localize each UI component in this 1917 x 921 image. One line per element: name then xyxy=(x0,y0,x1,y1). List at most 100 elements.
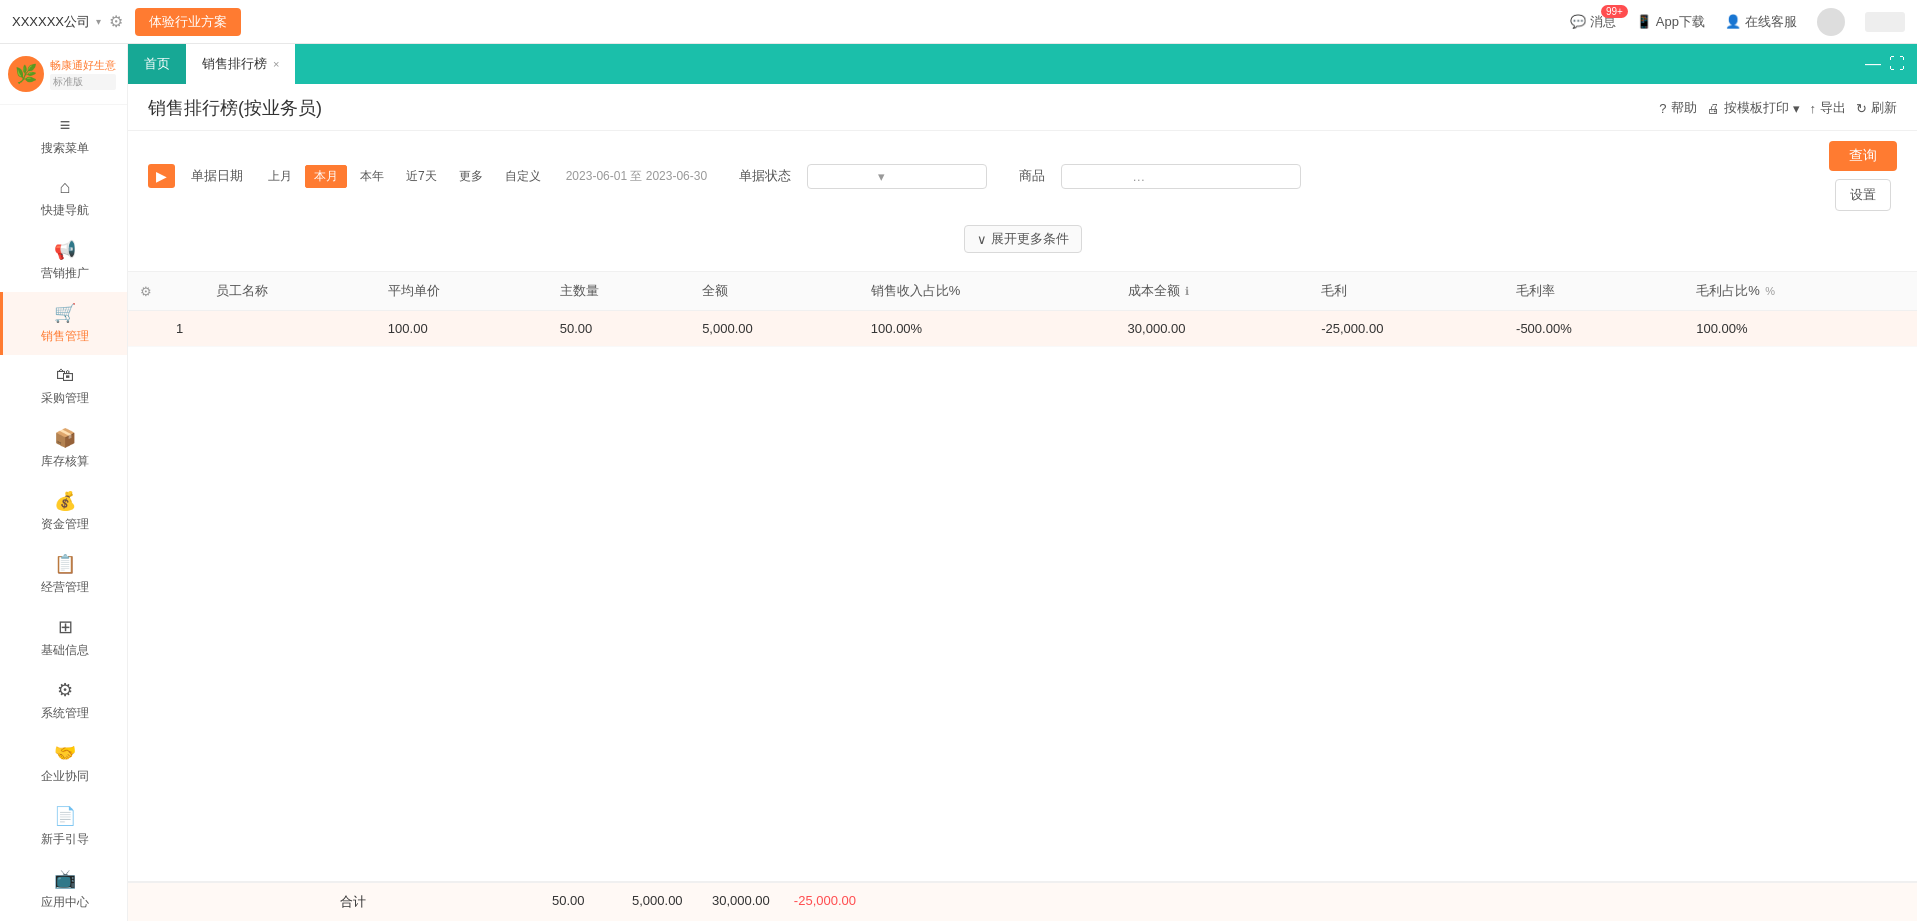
tab-minimize-icon[interactable]: — xyxy=(1865,55,1881,73)
expand-conditions-button[interactable]: ∨ 展开更多条件 xyxy=(964,225,1082,253)
th-gross: 毛利 xyxy=(1309,272,1504,311)
top-right-area: 💬 消息 99+ 📱 App下载 👤 在线客服 xyxy=(1570,8,1905,36)
th-settings[interactable]: ⚙ xyxy=(128,272,164,311)
data-table: ⚙ 员工名称 平均单价 主数量 全额 销售收入占比% 成本全额 ℹ 毛利 毛利率… xyxy=(128,272,1917,347)
date-tab-prev-month[interactable]: 上月 xyxy=(259,165,301,188)
date-tab-more[interactable]: 更多 xyxy=(450,165,492,188)
sidebar-item-guide[interactable]: 📄 新手引导 xyxy=(0,795,127,858)
refresh-button[interactable]: ↻ 刷新 xyxy=(1856,99,1897,117)
logo-badge: 标准版 xyxy=(50,74,116,90)
cell-gross-pct: 100.00% xyxy=(1684,311,1917,347)
sidebar-label-inventory: 库存核算 xyxy=(41,453,89,470)
tab-expand-icon[interactable]: ⛶ xyxy=(1889,55,1905,73)
sidebar-item-marketing[interactable]: 📢 营销推广 xyxy=(0,229,127,292)
sidebar-label-search: 搜索菜单 xyxy=(41,140,89,157)
filter-collapse-btn[interactable]: ▶ xyxy=(148,164,175,188)
date-tab-7days[interactable]: 近7天 xyxy=(397,165,446,188)
sidebar-item-purchase[interactable]: 🛍 采购管理 xyxy=(0,355,127,417)
user-name-display xyxy=(1865,12,1905,32)
refresh-icon: ↻ xyxy=(1856,101,1867,116)
filter-area: ▶ 单据日期 上月 本月 本年 近7天 更多 自定义 2023-06-01 至 … xyxy=(128,131,1917,272)
sidebar-item-basics[interactable]: ⊞ 基础信息 xyxy=(0,606,127,669)
filter-right: 查询 设置 xyxy=(1829,141,1897,211)
sidebar-item-inventory[interactable]: 📦 库存核算 xyxy=(0,417,127,480)
app-download-icon: 📱 xyxy=(1636,14,1652,29)
tab-home[interactable]: 首页 xyxy=(128,44,186,84)
date-tab-current-month[interactable]: 本月 xyxy=(305,165,347,188)
sidebar-item-finance[interactable]: 💰 资金管理 xyxy=(0,480,127,543)
template-print-button[interactable]: 🖨 按模板打印 ▾ xyxy=(1707,99,1800,117)
guide-icon: 📄 xyxy=(54,805,76,827)
table-footer: 合计 50.00 5,000.00 30,000.00 -25,000.00 xyxy=(128,881,1917,921)
company-selector[interactable]: XXXXXX公司 ▾ xyxy=(12,13,101,31)
app-download-label: App下载 xyxy=(1656,13,1705,31)
operations-icon: 📋 xyxy=(54,553,76,575)
th-name: 员工名称 xyxy=(204,272,376,311)
sidebar: 🌿 畅康通好生意 标准版 ≡ 搜索菜单 ⌂ 快捷导航 📢 营销推广 🛒 销售管理… xyxy=(0,44,128,921)
date-tab-custom[interactable]: 自定义 xyxy=(496,165,550,188)
date-range-display: 2023-06-01 至 2023-06-30 xyxy=(566,168,707,185)
tab-bar: 首页 销售排行榜 × — ⛶ xyxy=(128,44,1917,84)
table-header-row: ⚙ 员工名称 平均单价 主数量 全额 销售收入占比% 成本全额 ℹ 毛利 毛利率… xyxy=(128,272,1917,311)
logo-text: 畅康通好生意 xyxy=(50,58,116,73)
sidebar-label-system: 系统管理 xyxy=(41,705,89,722)
tab-home-label: 首页 xyxy=(144,55,170,73)
content-area: 首页 销售排行榜 × — ⛶ 销售排行榜(按业务员) ? 帮助 xyxy=(128,44,1917,921)
sidebar-label-guide: 新手引导 xyxy=(41,831,89,848)
sidebar-item-sales[interactable]: 🛒 销售管理 xyxy=(0,292,127,355)
sales-icon: 🛒 xyxy=(54,302,76,324)
th-gross-pct: 毛利占比% % xyxy=(1684,272,1917,311)
sidebar-item-search[interactable]: ≡ 搜索菜单 xyxy=(0,105,127,167)
company-name: XXXXXX公司 xyxy=(12,13,90,31)
expand-chevron-icon: ∨ xyxy=(977,232,987,247)
apps-icon: 📺 xyxy=(54,868,76,890)
tab-sales-ranking[interactable]: 销售排行榜 × xyxy=(186,44,295,84)
status-select[interactable]: ▾ xyxy=(807,164,987,189)
logo-area: 🌿 畅康通好生意 标准版 xyxy=(0,44,127,105)
footer-amount: 5,000.00 xyxy=(620,893,700,911)
footer-cost: 30,000.00 xyxy=(700,893,782,911)
message-area[interactable]: 💬 消息 99+ xyxy=(1570,13,1616,31)
help-button[interactable]: ? 帮助 xyxy=(1659,99,1696,117)
sidebar-item-apps[interactable]: 📺 应用中心 xyxy=(0,858,127,921)
cell-amount: 5,000.00 xyxy=(690,311,859,347)
cell-name xyxy=(204,311,376,347)
page-title: 销售排行榜(按业务员) xyxy=(148,96,322,120)
trial-button[interactable]: 体验行业方案 xyxy=(135,8,241,36)
sidebar-item-quicknav[interactable]: ⌂ 快捷导航 xyxy=(0,167,127,229)
company-settings-icon[interactable]: ⚙ xyxy=(109,12,123,31)
sidebar-item-system[interactable]: ⚙ 系统管理 xyxy=(0,669,127,732)
th-sales-pct: 销售收入占比% xyxy=(859,272,1116,311)
footer-qty: 50.00 xyxy=(540,893,620,911)
col-settings-icon[interactable]: ⚙ xyxy=(140,284,152,299)
sidebar-item-collab[interactable]: 🤝 企业协同 xyxy=(0,732,127,795)
page-title-row: 销售排行榜(按业务员) ? 帮助 🖨 按模板打印 ▾ ↑ 导出 xyxy=(148,96,1897,120)
tab-close-icon[interactable]: × xyxy=(273,58,279,70)
cell-settings xyxy=(128,311,164,347)
export-button[interactable]: ↑ 导出 xyxy=(1810,99,1847,117)
sidebar-item-operations[interactable]: 📋 经营管理 xyxy=(0,543,127,606)
date-tab-year[interactable]: 本年 xyxy=(351,165,393,188)
app-download-area[interactable]: 📱 App下载 xyxy=(1636,13,1705,31)
help-icon: ? xyxy=(1659,101,1666,116)
cell-cost: 30,000.00 xyxy=(1116,311,1310,347)
cell-rank: 1 xyxy=(164,311,204,347)
gross-pct-info-icon[interactable]: % xyxy=(1765,285,1775,297)
print-chevron-icon: ▾ xyxy=(1793,101,1800,116)
th-amount: 全额 xyxy=(690,272,859,311)
purchase-icon: 🛍 xyxy=(56,365,74,386)
collab-icon: 🤝 xyxy=(54,742,76,764)
cell-sales-pct: 100.00% xyxy=(859,311,1116,347)
date-label: 单据日期 xyxy=(191,167,243,185)
page-header: 销售排行榜(按业务员) ? 帮助 🖨 按模板打印 ▾ ↑ 导出 xyxy=(128,84,1917,131)
online-service-area[interactable]: 👤 在线客服 xyxy=(1725,13,1797,31)
query-button[interactable]: 查询 xyxy=(1829,141,1897,171)
cost-info-icon[interactable]: ℹ xyxy=(1185,285,1189,297)
sidebar-label-purchase: 采购管理 xyxy=(41,390,89,407)
cell-avg-price: 100.00 xyxy=(376,311,548,347)
goods-input[interactable]: … xyxy=(1061,164,1301,189)
avatar[interactable] xyxy=(1817,8,1845,36)
table-area: ⚙ 员工名称 平均单价 主数量 全额 销售收入占比% 成本全额 ℹ 毛利 毛利率… xyxy=(128,272,1917,881)
expand-row: ∨ 展开更多条件 xyxy=(148,217,1897,261)
settings-button[interactable]: 设置 xyxy=(1835,179,1891,211)
